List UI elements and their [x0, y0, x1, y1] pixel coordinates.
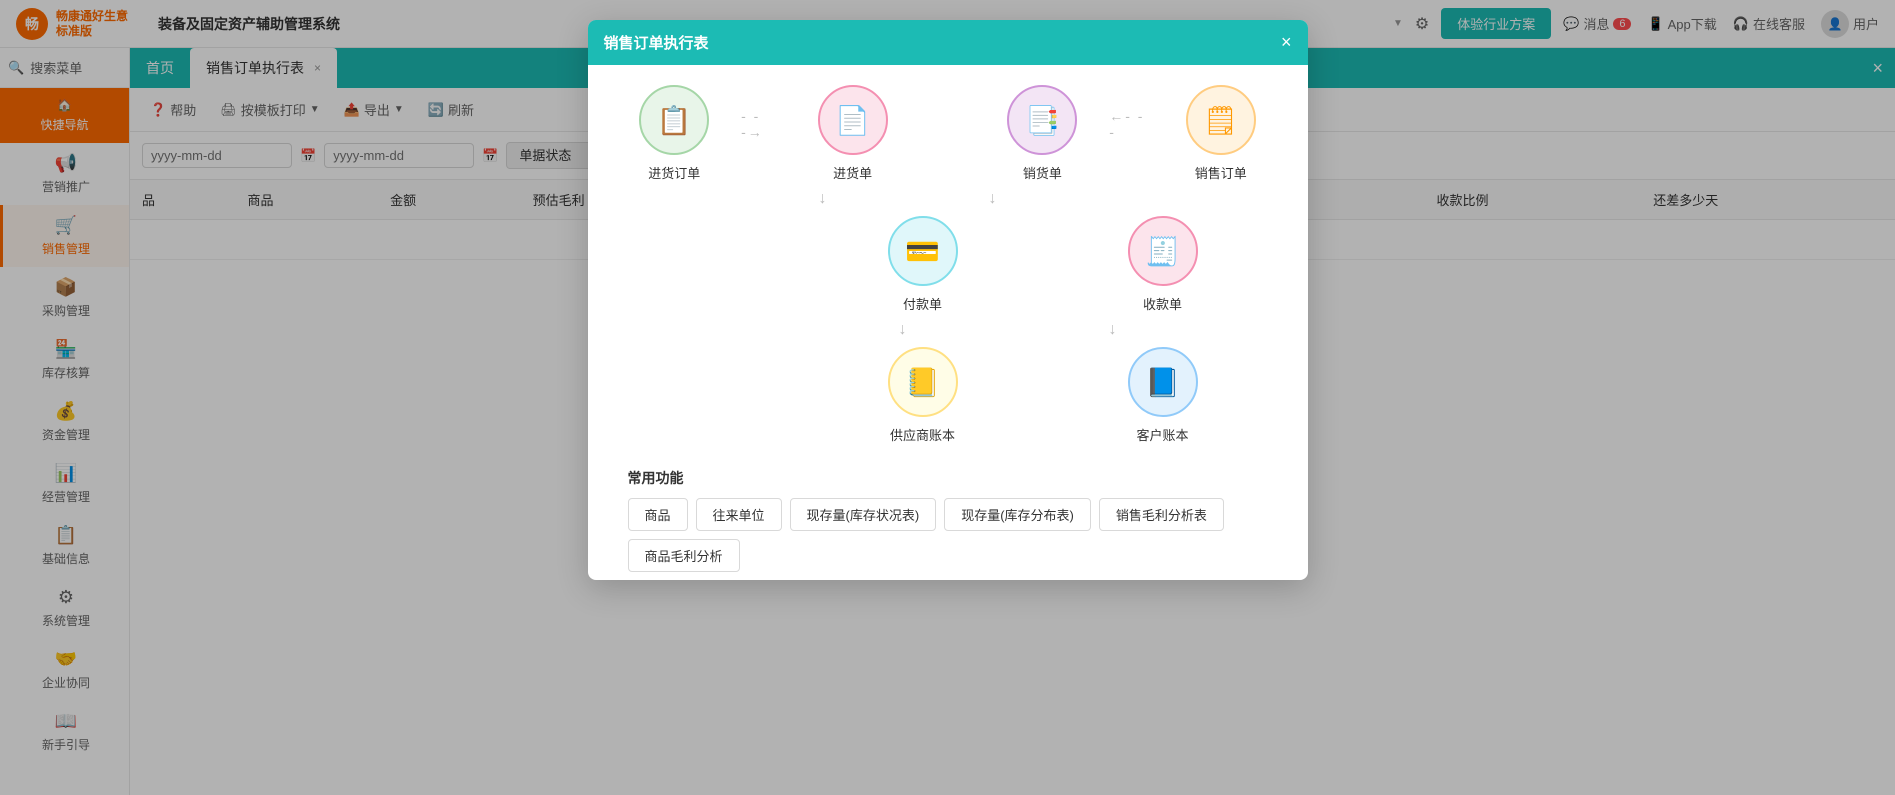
purchase-order-circle: 📋 — [639, 85, 709, 155]
customer-account-label: 客户账本 — [1136, 425, 1188, 444]
flow-arrows-row2: ↓ ↓ — [628, 321, 1268, 339]
supplier-account-label: 供应商账本 — [890, 425, 955, 444]
flow-row-1: 📋 进货订单 - - -→ 📄 — [628, 85, 1268, 182]
flow-diagram: 📋 进货订单 - - -→ 📄 — [628, 85, 1268, 452]
customer-account-circle: 📘 — [1128, 347, 1198, 417]
flow-node-purchase-bill: 📄 进货单 — [806, 85, 900, 182]
customer-account-icon: 📘 — [1145, 366, 1180, 399]
payment-label: 付款单 — [903, 294, 942, 313]
receipt-icon: 🧾 — [1145, 235, 1180, 268]
arrow-h2: ←- - - — [1109, 108, 1154, 140]
cf-btn-sales-gross[interactable]: 销售毛利分析表 — [1099, 498, 1224, 531]
sales-order-circle: 🗒 — [1186, 85, 1256, 155]
sales-order-icon: 🗒 — [1203, 104, 1239, 137]
supplier-account-circle: 📒 — [888, 347, 958, 417]
modal-body: 📋 进货订单 - - -→ 📄 — [588, 65, 1308, 580]
flow-row-3: 📒 供应商账本 📘 客户账本 — [628, 347, 1268, 444]
purchase-order-icon: 📋 — [657, 104, 692, 137]
arrow-h1: - - -→ — [741, 108, 786, 140]
cf-btn-product[interactable]: 商品 — [628, 498, 688, 531]
modal-overlay[interactable]: 销售订单执行表 × 📋 进货订单 — [130, 48, 1895, 795]
receipt-label: 收款单 — [1143, 294, 1182, 313]
flow-node-payment: 💳 付款单 — [873, 216, 973, 313]
arrow-v-sales-bill: ↓ — [958, 190, 1028, 208]
purchase-order-label: 进货订单 — [648, 163, 700, 182]
content-area: 首页 销售订单执行表 × × ❓ 帮助 🖨 按模板打印 — [130, 48, 1895, 795]
cf-btn-stock-dist[interactable]: 现存量(库存分布表) — [944, 498, 1091, 531]
purchase-bill-icon: 📄 — [835, 104, 870, 137]
sales-bill-icon: 📑 — [1025, 104, 1060, 137]
flow-node-supplier-account: 📒 供应商账本 — [873, 347, 973, 444]
dashed-left-icon: ←- - - — [1109, 108, 1154, 140]
flow-arrows-row: ↓ ↓ — [628, 190, 1268, 208]
flow-node-customer-account: 📘 客户账本 — [1113, 347, 1213, 444]
sales-bill-label: 销货单 — [1023, 163, 1062, 182]
sales-order-label: 销售订单 — [1195, 163, 1247, 182]
cf-btn-partner[interactable]: 往来单位 — [696, 498, 782, 531]
supplier-account-icon: 📒 — [905, 366, 940, 399]
flow-node-purchase-order: 📋 进货订单 — [628, 85, 722, 182]
flow-node-receipt: 🧾 收款单 — [1113, 216, 1213, 313]
payment-icon: 💳 — [905, 235, 940, 268]
arrow-v-purchase-bill: ↓ — [788, 190, 858, 208]
arrow-v-payment: ↓ — [868, 321, 938, 339]
flow-node-sales-order: 🗒 销售订单 — [1174, 85, 1268, 182]
modal: 销售订单执行表 × 📋 进货订单 — [588, 48, 1308, 580]
flow-node-sales-bill: 📑 销货单 — [996, 85, 1090, 182]
sales-bill-circle: 📑 — [1007, 85, 1077, 155]
purchase-bill-circle: 📄 — [818, 85, 888, 155]
cf-btn-product-gross[interactable]: 商品毛利分析 — [628, 539, 740, 572]
cf-btn-stock-status[interactable]: 现存量(库存状况表) — [790, 498, 937, 531]
app-container: 畅 畅康通好生意 标准版 装备及固定资产辅助管理系统 ▼ ⚙ 体验行业方案 💬 … — [0, 0, 1895, 795]
receipt-circle: 🧾 — [1128, 216, 1198, 286]
payment-circle: 💳 — [888, 216, 958, 286]
common-functions: 常用功能 商品 往来单位 现存量(库存状况表) 现存量(库存分布表) 销售毛利分… — [628, 468, 1268, 580]
common-function-buttons: 商品 往来单位 现存量(库存状况表) 现存量(库存分布表) 销售毛利分析表 商品… — [628, 498, 1268, 572]
modal-header: 销售订单执行表 × — [588, 48, 1308, 65]
main-area: 🔍 搜索菜单 🏠 快捷导航 📢 营销推广 🛒 销售管理 📦 采购管理 🏪 — [0, 48, 1895, 795]
common-functions-title: 常用功能 — [628, 468, 1268, 488]
purchase-bill-label: 进货单 — [833, 163, 872, 182]
flow-row-2: 💳 付款单 🧾 收款单 — [628, 216, 1268, 313]
modal-title: 销售订单执行表 — [604, 48, 709, 53]
dashed-right-icon: - - -→ — [741, 108, 786, 140]
modal-close-btn[interactable]: × — [1281, 48, 1292, 53]
arrow-v-receipt: ↓ — [1078, 321, 1148, 339]
